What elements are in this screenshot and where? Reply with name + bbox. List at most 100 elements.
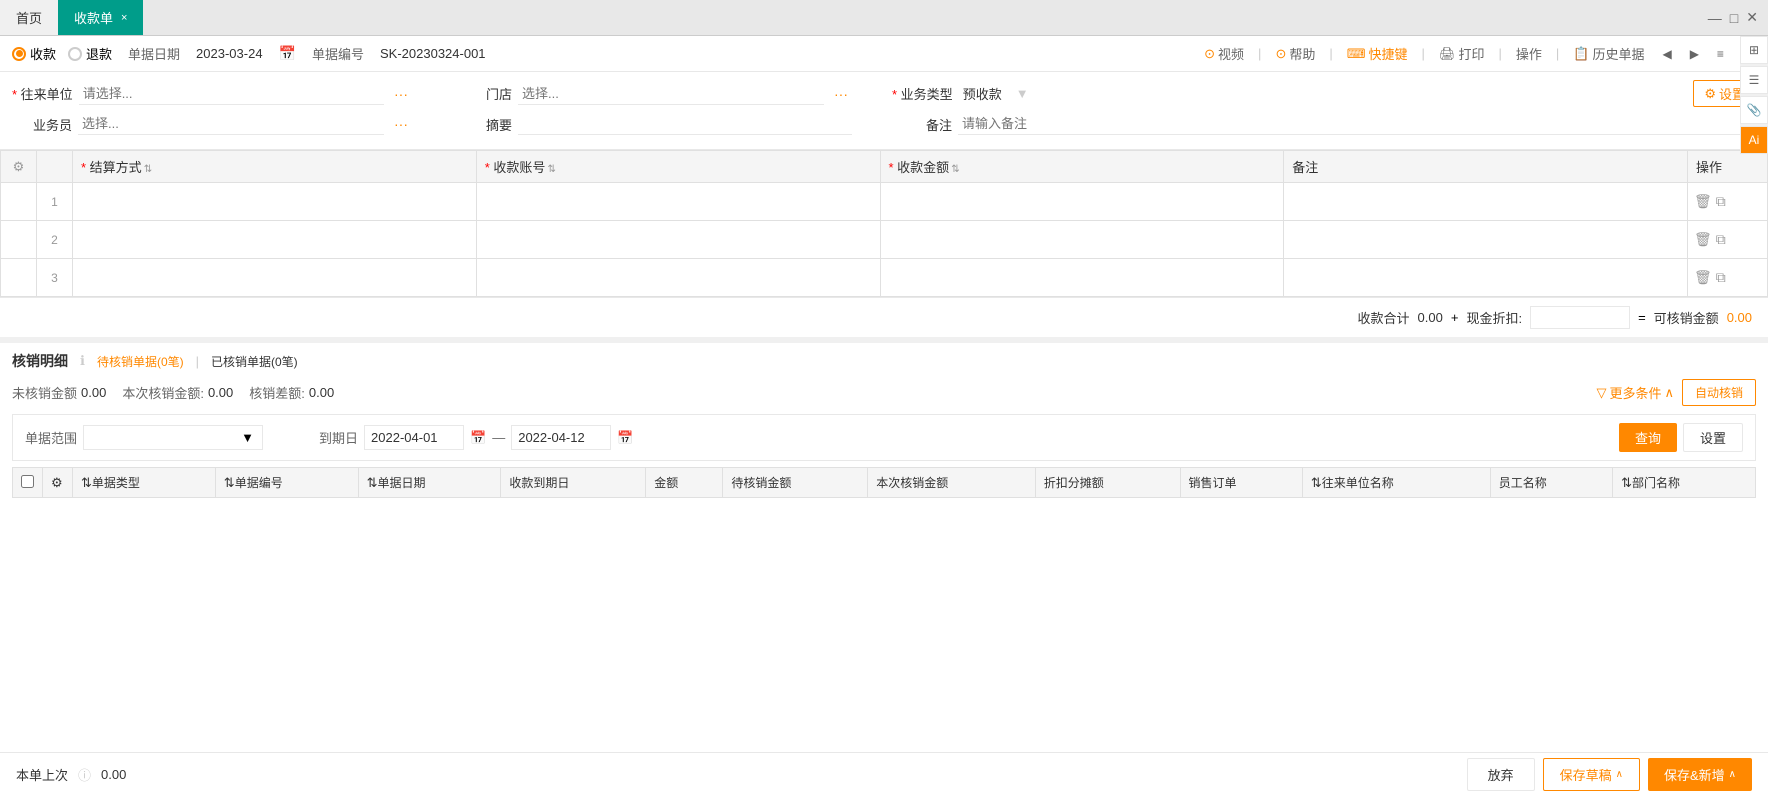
hexiao-done-tab[interactable]: 已核销单据(0笔) — [211, 353, 298, 370]
close-icon[interactable]: ✕ — [1746, 9, 1758, 26]
operation-btn[interactable]: 操作 — [1512, 42, 1546, 65]
row1-delete-icon[interactable]: 🗑 — [1694, 193, 1712, 210]
range-dropdown-icon: ▼ — [241, 430, 254, 445]
remark-input[interactable] — [958, 113, 1756, 135]
available-value: 0.00 — [1727, 310, 1752, 325]
prev-btn[interactable]: ◀ — [1658, 45, 1675, 63]
row3-account-input[interactable] — [477, 266, 880, 289]
save-draft-button[interactable]: 保存草稿 ∧ — [1543, 758, 1640, 791]
row2-remark-input[interactable] — [1284, 228, 1687, 251]
radio-shoukuan[interactable]: 收款 — [12, 44, 56, 63]
tab-home[interactable]: 首页 — [0, 0, 58, 35]
date-filter-field: 到期日 📅 — 📅 — [319, 425, 633, 450]
payment-table: ⚙ 结算方式⇅ 收款账号⇅ 收款金额⇅ 备注 操作 — [0, 150, 1768, 297]
help-btn[interactable]: ⊙ 帮助 — [1271, 42, 1319, 65]
bottom-info-icon[interactable]: ⓘ — [78, 765, 91, 784]
staff-more-icon[interactable]: ··· — [390, 116, 412, 132]
hexiao-info-icon[interactable]: ℹ — [80, 353, 85, 369]
sort-icon-doc-type: ⇅ — [81, 475, 92, 490]
bottom-table-gear-icon[interactable]: ⚙ — [51, 475, 63, 490]
shortcut-btn[interactable]: ⌨ 快捷键 — [1343, 42, 1412, 65]
date-end-calendar-icon[interactable]: 📅 — [617, 430, 633, 446]
memo-input[interactable] — [518, 113, 852, 135]
row1-account-input[interactable] — [477, 190, 880, 213]
row3-settlement-input[interactable] — [73, 266, 476, 289]
history-icon: 📋 — [1573, 46, 1589, 62]
date-start-calendar-icon[interactable]: 📅 — [470, 430, 486, 446]
tab-close-icon[interactable]: × — [121, 12, 127, 24]
col-settings[interactable]: ⚙ — [1, 151, 37, 183]
date-start-input[interactable] — [364, 425, 464, 450]
right-panel-ai-button[interactable]: Ai — [1740, 126, 1768, 154]
more-conditions-btn[interactable]: ▽ 更多条件 ∧ — [1596, 383, 1674, 402]
next-btn[interactable]: ▶ — [1686, 45, 1703, 63]
row1-amount-input[interactable] — [881, 190, 1284, 213]
toolbar-row: 收款 退款 单据日期 2023-03-24 📅 单据编号 SK-20230324… — [0, 36, 1768, 72]
payment-type-radio: 收款 退款 — [12, 44, 112, 63]
row1-copy-icon[interactable]: ⧉ — [1716, 193, 1726, 210]
business-type-dropdown-icon[interactable]: ▼ — [1016, 86, 1029, 101]
row3-copy-icon[interactable]: ⧉ — [1716, 269, 1726, 286]
minimize-icon[interactable]: — — [1708, 10, 1722, 26]
maximize-icon[interactable]: □ — [1730, 10, 1738, 26]
tab-current[interactable]: 收款单 × — [58, 0, 143, 35]
date-end-input[interactable] — [511, 425, 611, 450]
col-amount: 收款金额⇅ — [880, 151, 1284, 183]
auto-hexiao-button[interactable]: 自动核销 — [1682, 379, 1756, 406]
staff-field: 业务员 ··· — [12, 113, 412, 135]
number-label: 单据编号 — [312, 44, 364, 63]
col-gear[interactable]: ⚙ — [43, 468, 73, 498]
discount-label: 现金折扣: — [1466, 308, 1522, 327]
toolbar-right: ⊙ 视频 | ⊙ 帮助 | ⌨ 快捷键 | 🖨 打印 | 操作 | — [1200, 42, 1756, 65]
business-type-label: 业务类型 — [892, 84, 953, 103]
row2-account-input[interactable] — [477, 228, 880, 251]
video-icon: ⊙ — [1204, 46, 1215, 62]
memo-field: 摘要 — [452, 113, 852, 135]
bottom-action-buttons: 放弃 保存草稿 ∧ 保存&新增 ∧ — [1467, 758, 1752, 791]
discount-input[interactable] — [1530, 306, 1630, 329]
gear-icon: ⚙ — [1704, 86, 1716, 102]
row3-delete-icon[interactable]: 🗑 — [1694, 269, 1712, 286]
row2-settlement-input[interactable] — [73, 228, 476, 251]
current-hexiao-stat: 本次核销金额: 0.00 — [122, 383, 233, 402]
right-panel-btn-2[interactable]: ☰ — [1740, 66, 1768, 94]
query-button[interactable]: 查询 — [1619, 423, 1677, 452]
from-unit-input[interactable] — [79, 83, 384, 105]
select-all-checkbox[interactable] — [21, 475, 34, 488]
right-panel-btn-1[interactable]: ⊞ — [1740, 36, 1768, 64]
equals-sign: = — [1638, 310, 1646, 325]
row2-copy-icon[interactable]: ⧉ — [1716, 231, 1726, 248]
table-gear-icon[interactable]: ⚙ — [13, 159, 25, 174]
print-btn[interactable]: 🖨 打印 — [1435, 42, 1489, 65]
row3-remark-input[interactable] — [1284, 266, 1687, 289]
filter-settings-button[interactable]: 设置 — [1683, 423, 1743, 452]
radio-tuikuan[interactable]: 退款 — [68, 44, 112, 63]
range-select[interactable]: ▼ — [83, 425, 263, 450]
available-label: 可核销金额 — [1654, 308, 1719, 327]
discard-button[interactable]: 放弃 — [1467, 758, 1535, 791]
col-unit-name: ⇅往来单位名称 — [1302, 468, 1490, 498]
col-checkbox[interactable] — [13, 468, 43, 498]
store-input[interactable] — [518, 83, 824, 105]
row2-amount-input[interactable] — [881, 228, 1284, 251]
col-discount-share: 折扣分摊额 — [1035, 468, 1180, 498]
right-panel-btn-3[interactable]: 📎 — [1740, 96, 1768, 124]
data-table-section: ⚙ 结算方式⇅ 收款账号⇅ 收款金额⇅ 备注 操作 — [0, 150, 1768, 297]
store-more-icon[interactable]: ··· — [830, 86, 852, 102]
staff-input[interactable] — [78, 113, 384, 135]
save-new-button[interactable]: 保存&新增 ∧ — [1648, 758, 1752, 791]
row2-delete-icon[interactable]: 🗑 — [1694, 231, 1712, 248]
store-field: 门店 ··· — [452, 83, 852, 105]
window-controls: — □ ✕ — [1708, 9, 1768, 26]
hexiao-pending-tab[interactable]: 待核销单据(0笔) — [97, 353, 184, 370]
row1-remark-input[interactable] — [1284, 190, 1687, 213]
list-btn[interactable]: ≡ — [1713, 45, 1728, 63]
from-unit-more-icon[interactable]: ··· — [390, 86, 412, 102]
row3-amount-input[interactable] — [881, 266, 1284, 289]
row1-settlement-input[interactable] — [73, 190, 476, 213]
video-btn[interactable]: ⊙ 视频 — [1200, 42, 1248, 65]
col-remark: 备注 — [1284, 151, 1688, 183]
history-btn[interactable]: 📋 历史单据 — [1569, 42, 1648, 65]
calendar-icon[interactable]: 📅 — [279, 45, 296, 62]
row2-actions: 🗑 ⧉ — [1688, 231, 1767, 248]
